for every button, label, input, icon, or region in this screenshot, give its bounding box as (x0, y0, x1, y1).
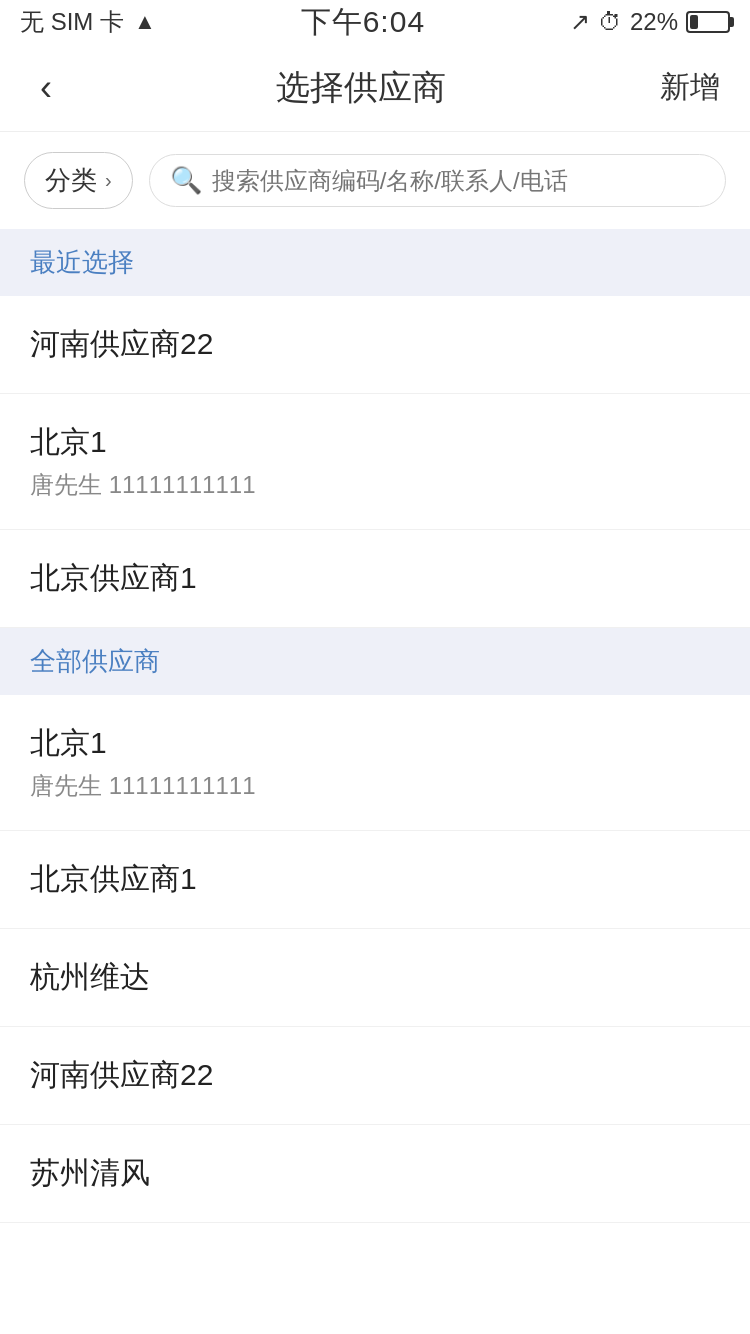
search-wrapper: 🔍 (149, 154, 726, 207)
item-name: 北京供应商1 (30, 859, 720, 900)
list-item[interactable]: 河南供应商22 (0, 1027, 750, 1125)
item-name: 北京1 (30, 723, 720, 764)
carrier-label: 无 SIM 卡 (20, 6, 124, 38)
all-items-list: 北京1 唐先生 11111111111 北京供应商1 杭州维达 河南供应商22 … (0, 695, 750, 1223)
search-icon: 🔍 (170, 165, 202, 196)
page-title: 选择供应商 (276, 65, 446, 111)
category-button[interactable]: 分类 › (24, 152, 133, 209)
category-label: 分类 (45, 163, 97, 198)
status-left: 无 SIM 卡 ▲ (20, 6, 156, 38)
item-name: 河南供应商22 (30, 324, 720, 365)
list-item[interactable]: 北京供应商1 (0, 831, 750, 929)
status-bar: 无 SIM 卡 ▲ 下午6:04 ↗ ⏱ 22% (0, 0, 750, 44)
status-right: ↗ ⏱ 22% (570, 8, 730, 36)
nav-bar: ‹ 选择供应商 新增 (0, 44, 750, 132)
back-button[interactable]: ‹ (30, 60, 62, 116)
item-name: 北京1 (30, 422, 720, 463)
search-filter-bar: 分类 › 🔍 (0, 132, 750, 229)
item-name: 杭州维达 (30, 957, 720, 998)
recent-items-list: 河南供应商22 北京1 唐先生 11111111111 北京供应商1 (0, 296, 750, 628)
list-item[interactable]: 河南供应商22 (0, 296, 750, 394)
recent-section-header: 最近选择 (0, 229, 750, 296)
item-name: 苏州清风 (30, 1153, 720, 1194)
location-icon: ↗ (570, 8, 590, 36)
battery-icon (686, 11, 730, 33)
item-name: 河南供应商22 (30, 1055, 720, 1096)
add-button[interactable]: 新增 (660, 67, 720, 108)
item-name: 北京供应商1 (30, 558, 720, 599)
list-item[interactable]: 杭州维达 (0, 929, 750, 1027)
chevron-right-icon: › (105, 169, 112, 192)
item-detail: 唐先生 11111111111 (30, 770, 720, 802)
list-item[interactable]: 北京1 唐先生 11111111111 (0, 695, 750, 831)
list-item[interactable]: 苏州清风 (0, 1125, 750, 1223)
wifi-icon: ▲ (134, 9, 156, 35)
battery-percent: 22% (630, 8, 678, 36)
alarm-icon: ⏱ (598, 8, 622, 36)
search-input[interactable] (212, 167, 705, 195)
list-item[interactable]: 北京1 唐先生 11111111111 (0, 394, 750, 530)
all-section-label: 全部供应商 (30, 646, 160, 676)
status-time: 下午6:04 (301, 2, 425, 43)
recent-section-label: 最近选择 (30, 247, 134, 277)
all-section-header: 全部供应商 (0, 628, 750, 695)
list-item[interactable]: 北京供应商1 (0, 530, 750, 628)
item-detail: 唐先生 11111111111 (30, 469, 720, 501)
